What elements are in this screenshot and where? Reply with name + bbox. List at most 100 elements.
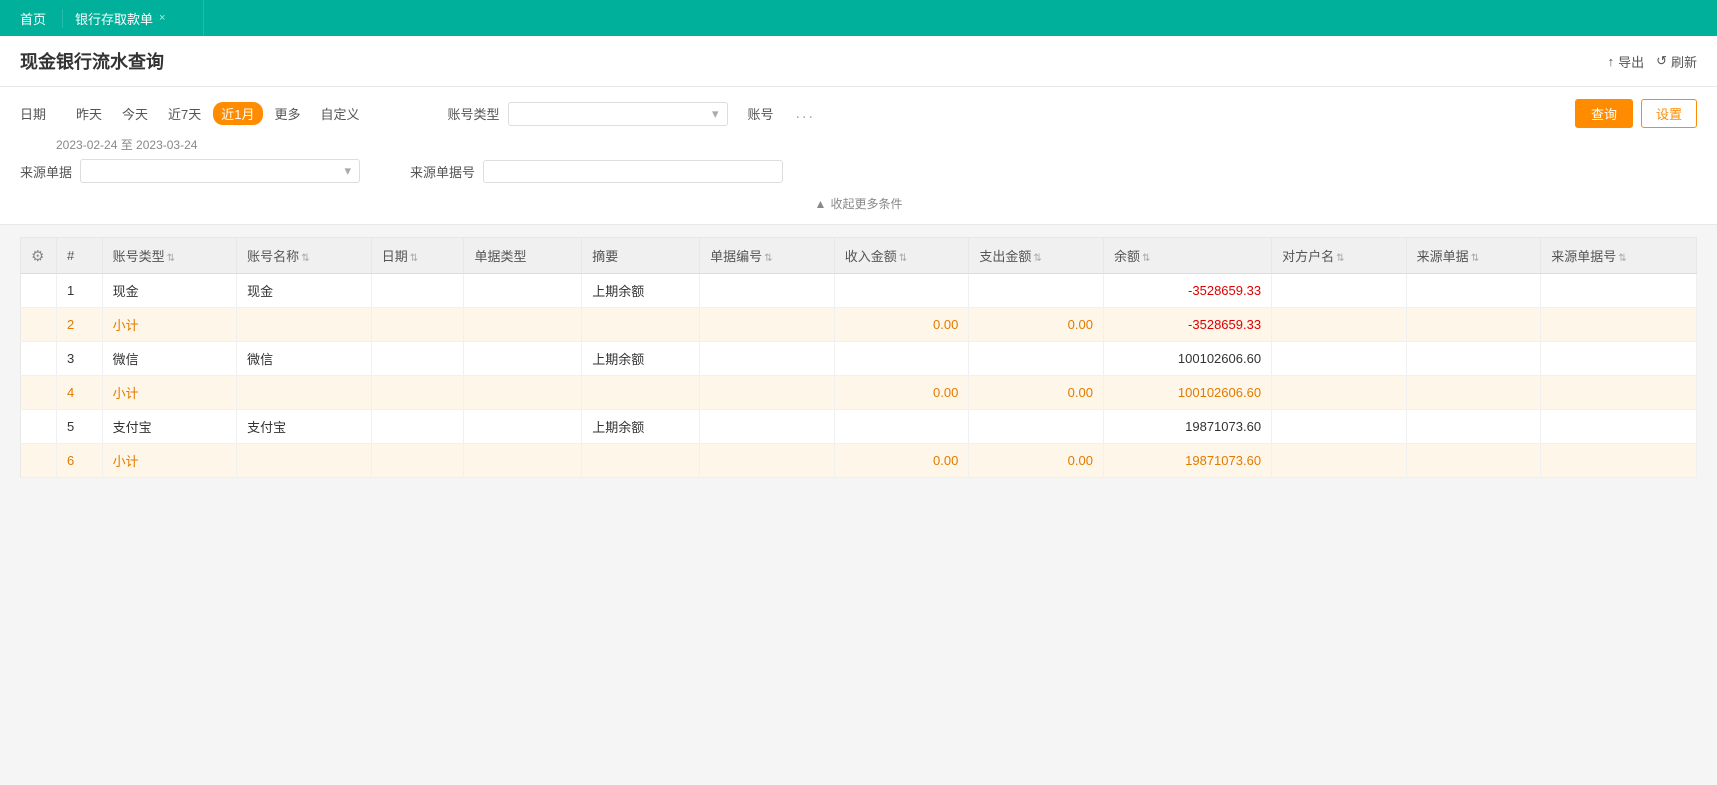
nav-tab-银行存取款单[interactable]: 银行存取款单× [63, 0, 204, 36]
cell-doc_type [464, 376, 582, 410]
col-header-gear: ⚙ [21, 238, 57, 274]
cell-account_type: 微信 [102, 342, 237, 376]
cell-doc_type [464, 274, 582, 308]
cell-income [834, 274, 969, 308]
export-button[interactable]: ↑ 导出 [1608, 52, 1645, 71]
cell-doc_type [464, 342, 582, 376]
cell-counterparty [1272, 308, 1407, 342]
cell-doc_no [700, 410, 835, 444]
table-row: 4小计0.000.00100102606.60 [21, 376, 1697, 410]
query-button[interactable]: 查询 [1575, 99, 1633, 128]
cell-balance: 19871073.60 [1103, 410, 1271, 444]
cell-source_doc [1406, 376, 1541, 410]
cell-account_name [237, 444, 372, 478]
cell-source_doc_no [1541, 308, 1697, 342]
date-label: 日期 [20, 104, 60, 123]
action-buttons: 查询 设置 [1575, 99, 1697, 128]
cell-source_doc_no [1541, 274, 1697, 308]
cell-account_name [237, 376, 372, 410]
cell-date [371, 410, 464, 444]
cell-balance: -3528659.33 [1103, 274, 1271, 308]
nav-home[interactable]: 首页 [4, 9, 63, 28]
cell-summary: 上期余额 [582, 410, 700, 444]
cell-account_type: 小计 [102, 308, 237, 342]
cell-counterparty [1272, 410, 1407, 444]
sort-icon: ⇅ [410, 253, 418, 264]
date-opt-近1月[interactable]: 近1月 [213, 102, 262, 125]
page-header: 现金银行流水查询 ↑ 导出 ↺ 刷新 [0, 36, 1717, 87]
export-icon: ↑ [1608, 54, 1615, 69]
refresh-button[interactable]: ↺ 刷新 [1656, 52, 1697, 71]
sort-icon: ⇅ [1618, 253, 1626, 264]
cell-account_name: 现金 [237, 274, 372, 308]
cell-source_doc_no [1541, 444, 1697, 478]
source-doc-select[interactable]: ▾ [80, 159, 360, 183]
sort-icon: ⇅ [764, 253, 772, 264]
cell-doc_no [700, 342, 835, 376]
filter-row-2: 来源单据 ▾ 来源单据号 [20, 159, 1697, 183]
cell-doc_type [464, 444, 582, 478]
collapse-bar[interactable]: ▲ 收起更多条件 [20, 191, 1697, 216]
date-opt-昨天[interactable]: 昨天 [68, 102, 110, 125]
account-more-button[interactable]: ... [796, 105, 815, 123]
refresh-icon: ↺ [1656, 53, 1667, 69]
date-opt-今天[interactable]: 今天 [114, 102, 156, 125]
source-doc-no-input[interactable] [483, 160, 783, 183]
cell-income: 0.00 [834, 308, 969, 342]
col-header-source_doc_no[interactable]: 来源单据号⇅ [1541, 238, 1697, 274]
sort-icon: ⇅ [167, 253, 175, 264]
col-header-doc_type: 单据类型 [464, 238, 582, 274]
cell-balance: 19871073.60 [1103, 444, 1271, 478]
source-doc-label: 来源单据 [20, 162, 72, 181]
col-header-counterparty[interactable]: 对方户名⇅ [1272, 238, 1407, 274]
cell-source_doc [1406, 342, 1541, 376]
date-opt-更多[interactable]: 更多 [267, 102, 309, 125]
tab-close-icon[interactable]: × [159, 12, 165, 24]
cell-expense [969, 274, 1104, 308]
cell-source_doc_no [1541, 410, 1697, 444]
header-actions: ↑ 导出 ↺ 刷新 [1608, 52, 1697, 71]
cell-income [834, 342, 969, 376]
cell-income: 0.00 [834, 444, 969, 478]
cell-gear [21, 410, 57, 444]
cell-counterparty [1272, 444, 1407, 478]
account-type-label: 账号类型 [448, 104, 500, 123]
cell-date [371, 342, 464, 376]
gear-icon[interactable]: ⚙ [31, 248, 44, 265]
cell-source_doc [1406, 308, 1541, 342]
col-header-balance[interactable]: 余额⇅ [1103, 238, 1271, 274]
col-header-source_doc[interactable]: 来源单据⇅ [1406, 238, 1541, 274]
source-doc-no-label: 来源单据号 [410, 162, 475, 181]
collapse-label: 收起更多条件 [830, 195, 902, 212]
cell-index: 6 [57, 444, 103, 478]
settings-button[interactable]: 设置 [1641, 99, 1697, 128]
cell-source_doc [1406, 444, 1541, 478]
filter-row-1: 日期 昨天今天近7天近1月更多自定义 账号类型 ▾ 账号 ... 查询 设置 [20, 99, 1697, 128]
data-table: ⚙#账号类型⇅账号名称⇅日期⇅单据类型摘要单据编号⇅收入金额⇅支出金额⇅余额⇅对… [20, 237, 1697, 478]
col-header-date[interactable]: 日期⇅ [371, 238, 464, 274]
cell-gear [21, 376, 57, 410]
col-header-expense[interactable]: 支出金额⇅ [969, 238, 1104, 274]
nav-tabs: 收款单×付款单×其他收入单×应收应付调整单×银行存取款单×预收冲应收单×收款核销… [63, 0, 204, 36]
cell-index: 5 [57, 410, 103, 444]
date-opt-近7天[interactable]: 近7天 [160, 102, 209, 125]
cell-expense [969, 342, 1104, 376]
cell-counterparty [1272, 376, 1407, 410]
cell-account_name [237, 308, 372, 342]
col-header-income[interactable]: 收入金额⇅ [834, 238, 969, 274]
cell-income: 0.00 [834, 376, 969, 410]
date-opt-自定义[interactable]: 自定义 [313, 102, 368, 125]
page-title: 现金银行流水查询 [20, 48, 164, 74]
sort-icon: ⇅ [1471, 253, 1479, 264]
cell-doc_type [464, 308, 582, 342]
account-type-select[interactable]: ▾ [508, 102, 728, 126]
sort-icon: ⇅ [899, 253, 907, 264]
col-header-account_name[interactable]: 账号名称⇅ [237, 238, 372, 274]
cell-expense: 0.00 [969, 308, 1104, 342]
col-header-account_type[interactable]: 账号类型⇅ [102, 238, 237, 274]
cell-expense: 0.00 [969, 444, 1104, 478]
cell-doc_no [700, 376, 835, 410]
cell-account_type: 支付宝 [102, 410, 237, 444]
col-header-index: # [57, 238, 103, 274]
col-header-doc_no[interactable]: 单据编号⇅ [700, 238, 835, 274]
